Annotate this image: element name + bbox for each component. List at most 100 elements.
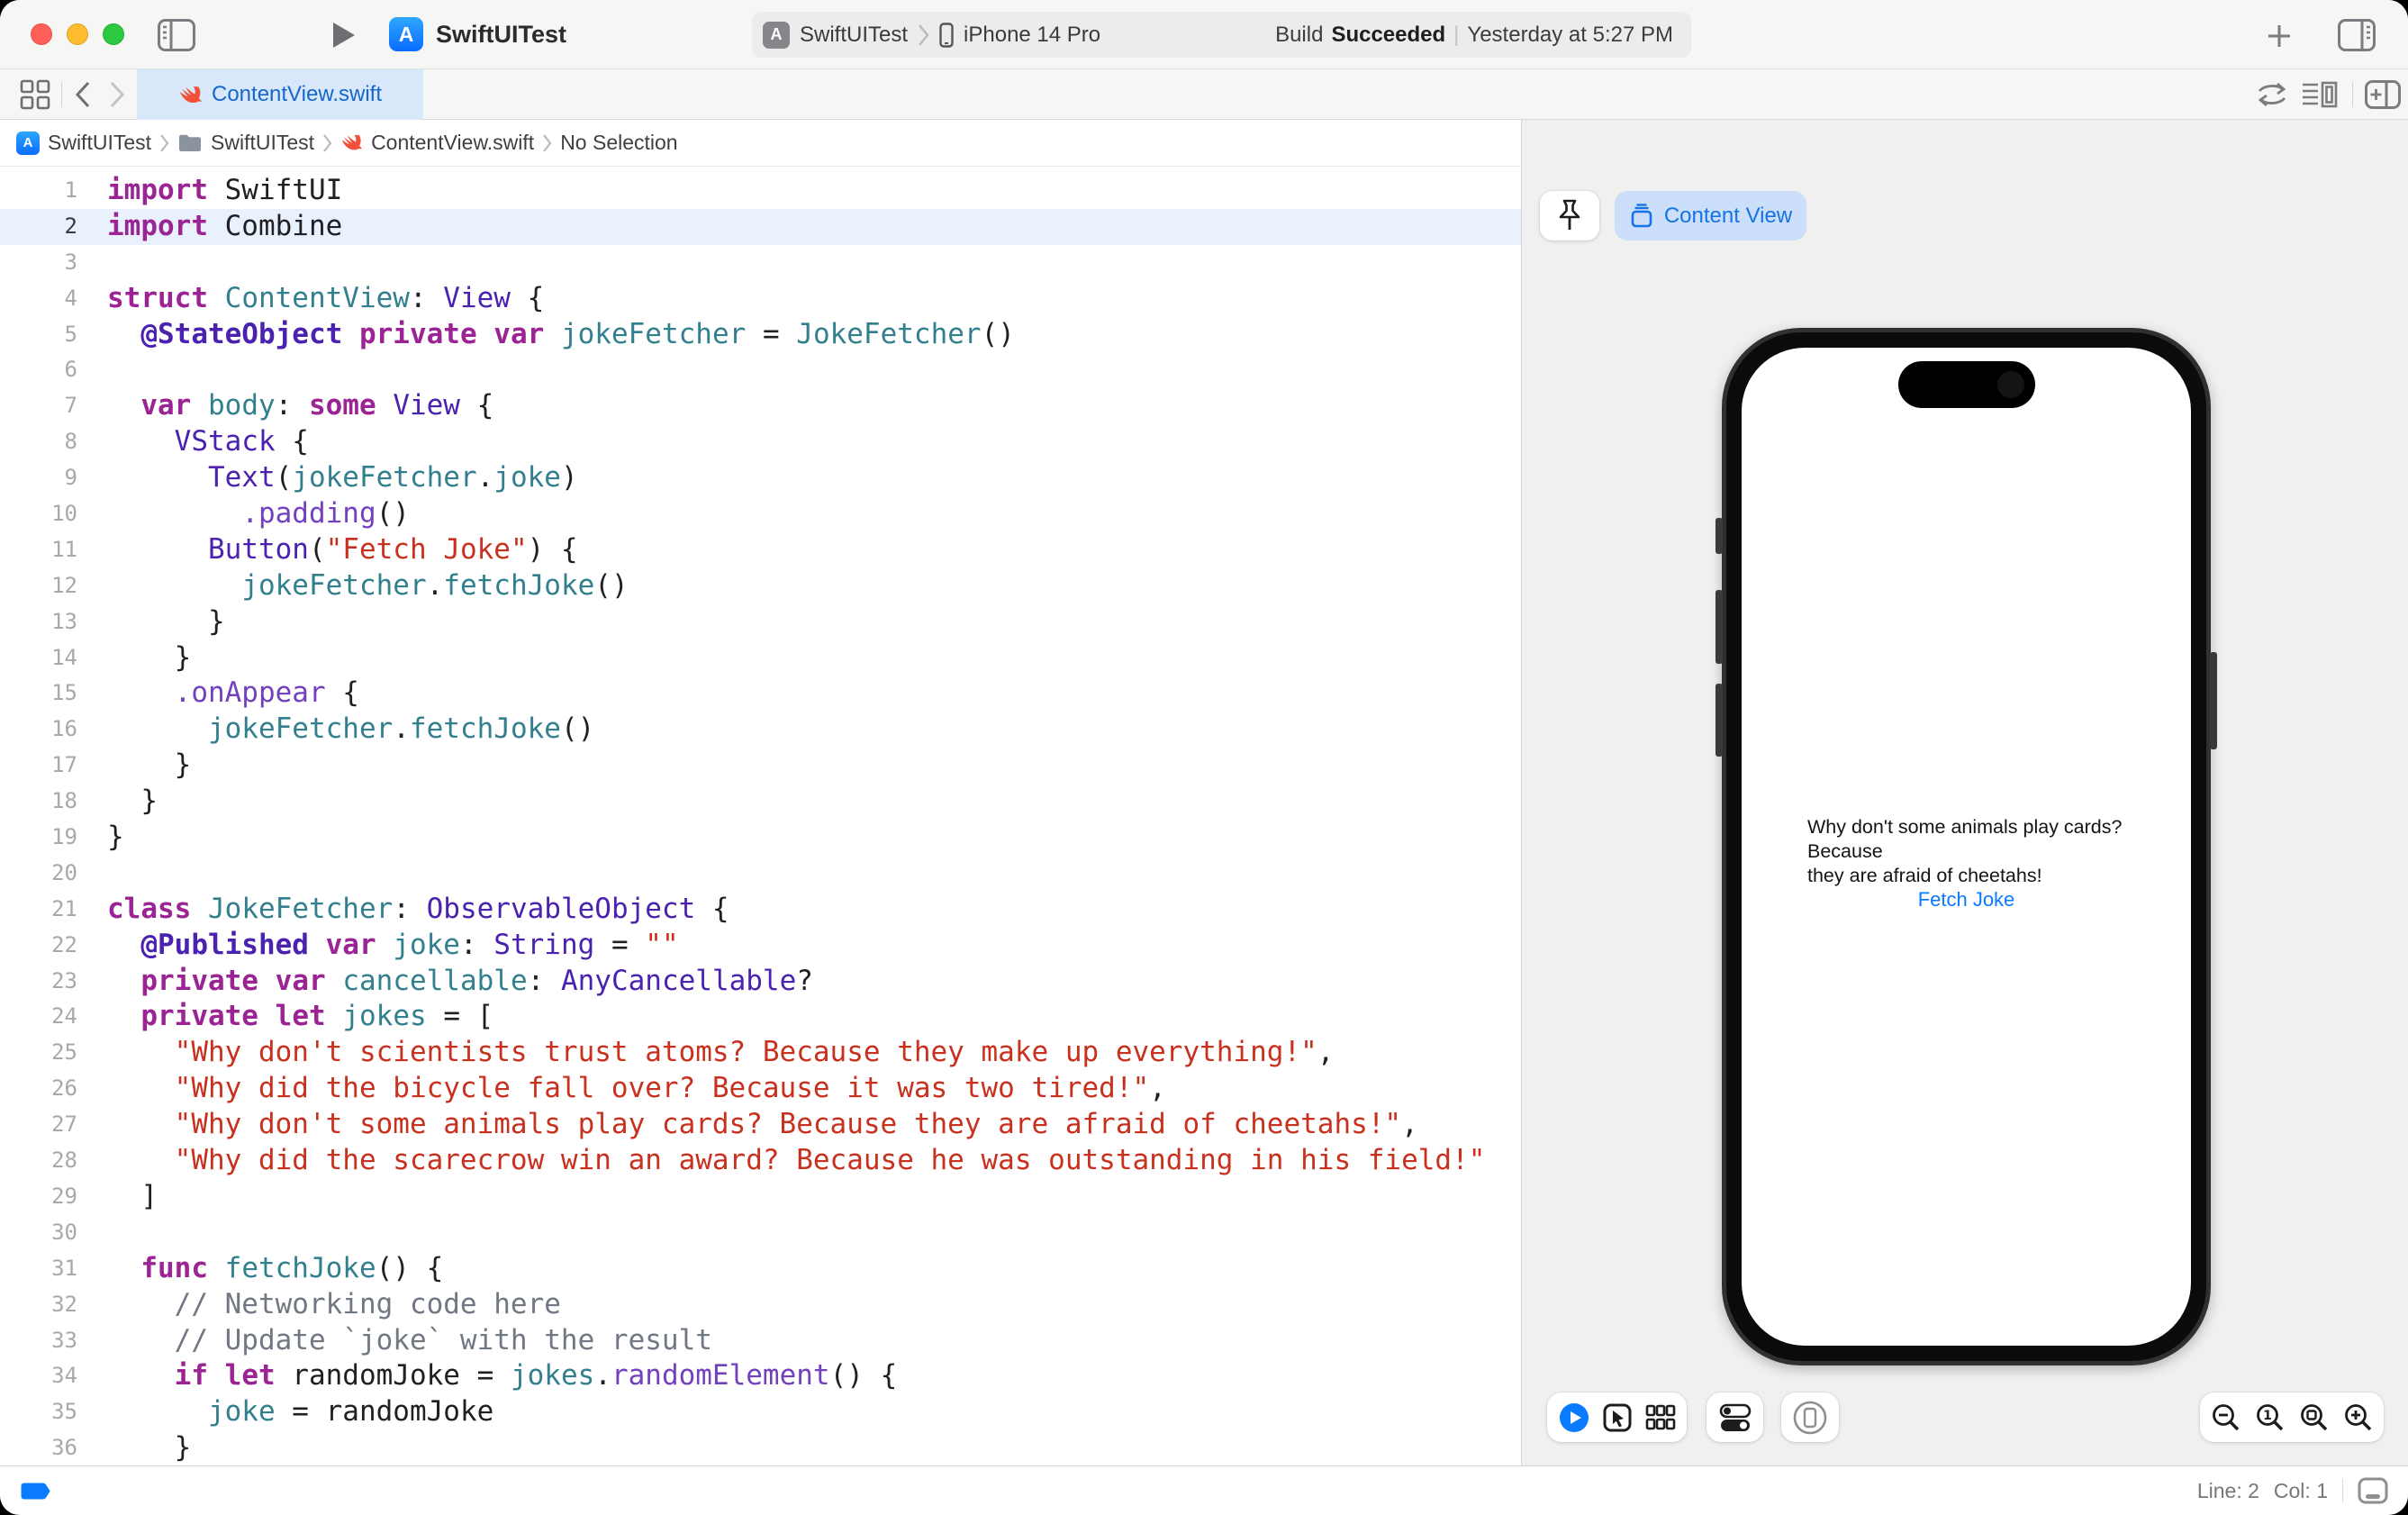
line-content[interactable]: jokeFetcher.fetchJoke() bbox=[107, 712, 594, 748]
code-line[interactable]: 23 private var cancellable: AnyCancellab… bbox=[0, 964, 1521, 1000]
pin-preview-button[interactable] bbox=[1540, 191, 1599, 240]
code-line[interactable]: 32 // Networking code here bbox=[0, 1287, 1521, 1323]
preview-tab-content-view[interactable]: Content View bbox=[1615, 191, 1806, 240]
line-content[interactable]: func fetchJoke() { bbox=[107, 1251, 443, 1287]
line-content[interactable]: import Combine bbox=[107, 209, 342, 245]
line-content[interactable]: @StateObject private var jokeFetcher = J… bbox=[107, 317, 1015, 353]
code-line[interactable]: 2 import Combine bbox=[0, 208, 1521, 245]
line-content[interactable]: } bbox=[107, 640, 192, 676]
code-line[interactable]: 24 private let jokes = [ bbox=[0, 999, 1521, 1035]
line-content[interactable]: Text(jokeFetcher.joke) bbox=[107, 460, 578, 496]
jumpbar-item-file[interactable]: ContentView.swift bbox=[371, 131, 534, 155]
code-line[interactable]: 14 } bbox=[0, 640, 1521, 676]
library-plus-icon[interactable] bbox=[2267, 23, 2292, 49]
line-number[interactable]: 27 bbox=[0, 1107, 77, 1143]
line-content[interactable]: } bbox=[107, 784, 158, 820]
code-review-icon[interactable] bbox=[2256, 69, 2288, 120]
line-number[interactable]: 17 bbox=[0, 748, 77, 784]
line-number[interactable]: 29 bbox=[0, 1179, 77, 1215]
code-line[interactable]: 5 @StateObject private var jokeFetcher =… bbox=[0, 317, 1521, 353]
code-line[interactable]: 19} bbox=[0, 820, 1521, 856]
line-content[interactable]: "Why did the bicycle fall over? Because … bbox=[107, 1071, 1166, 1107]
line-content[interactable]: jokeFetcher.fetchJoke() bbox=[107, 568, 628, 604]
line-number[interactable]: 6 bbox=[0, 352, 77, 388]
fetch-joke-button[interactable]: Fetch Joke bbox=[1742, 888, 2191, 912]
line-number[interactable]: 35 bbox=[0, 1394, 77, 1430]
line-number[interactable]: 10 bbox=[0, 496, 77, 532]
code-line[interactable]: 30 bbox=[0, 1215, 1521, 1251]
line-content[interactable]: ] bbox=[107, 1179, 158, 1215]
zoom-100-icon[interactable]: 1 bbox=[2256, 1403, 2285, 1432]
zoom-in-icon[interactable] bbox=[2344, 1403, 2373, 1432]
code-line[interactable]: 4 struct ContentView: View { bbox=[0, 281, 1521, 317]
code-line[interactable]: 18 } bbox=[0, 784, 1521, 820]
code-line[interactable]: 31 func fetchJoke() { bbox=[0, 1251, 1521, 1287]
line-number[interactable]: 20 bbox=[0, 856, 77, 892]
line-content[interactable]: "Why don't scientists trust atoms? Becau… bbox=[107, 1035, 1335, 1071]
go-forward-icon[interactable] bbox=[108, 69, 126, 120]
line-content[interactable]: "Why did the scarecrow win an award? Bec… bbox=[107, 1143, 1486, 1179]
code-line[interactable]: 33 // Update `joke` with the result bbox=[0, 1323, 1521, 1359]
go-back-icon[interactable] bbox=[74, 69, 92, 120]
line-number[interactable]: 25 bbox=[0, 1035, 77, 1071]
line-content[interactable]: "Why don't some animals play cards? Beca… bbox=[107, 1107, 1418, 1143]
line-number[interactable]: 5 bbox=[0, 317, 77, 353]
line-number[interactable]: 15 bbox=[0, 676, 77, 712]
line-content[interactable]: private let jokes = [ bbox=[107, 999, 493, 1035]
line-content[interactable]: VStack { bbox=[107, 424, 309, 460]
line-content[interactable]: } bbox=[107, 820, 124, 856]
line-number[interactable]: 2 bbox=[0, 209, 77, 245]
code-line[interactable]: 8 VStack { bbox=[0, 424, 1521, 460]
line-content[interactable]: var body: some View { bbox=[107, 388, 493, 424]
related-items-icon[interactable] bbox=[20, 69, 50, 120]
code-line[interactable]: 9 Text(jokeFetcher.joke) bbox=[0, 460, 1521, 496]
line-number[interactable]: 31 bbox=[0, 1251, 77, 1287]
line-content[interactable]: class JokeFetcher: ObservableObject { bbox=[107, 892, 729, 928]
line-content[interactable]: if let randomJoke = jokes.randomElement(… bbox=[107, 1358, 898, 1394]
line-content[interactable]: .onAppear { bbox=[107, 676, 359, 712]
line-content[interactable]: import SwiftUI bbox=[107, 173, 342, 209]
device-settings-button[interactable] bbox=[1706, 1393, 1763, 1442]
line-content[interactable]: joke = randomJoke bbox=[107, 1394, 493, 1430]
code-line[interactable]: 20 bbox=[0, 856, 1521, 892]
code-line[interactable]: 29 ] bbox=[0, 1179, 1521, 1215]
line-number[interactable]: 36 bbox=[0, 1430, 77, 1465]
project-icon[interactable]: A bbox=[16, 131, 40, 155]
line-number[interactable]: 9 bbox=[0, 460, 77, 496]
line-number[interactable]: 23 bbox=[0, 964, 77, 1000]
jumpbar-item-project[interactable]: SwiftUITest bbox=[48, 131, 151, 155]
line-number[interactable]: 32 bbox=[0, 1287, 77, 1323]
variants-mode-icon[interactable] bbox=[1645, 1404, 1676, 1431]
code-line[interactable]: 26 "Why did the bicycle fall over? Becau… bbox=[0, 1071, 1521, 1107]
run-button[interactable] bbox=[331, 21, 357, 50]
add-editor-icon[interactable] bbox=[2365, 69, 2401, 120]
line-number[interactable]: 4 bbox=[0, 281, 77, 317]
code-line[interactable]: 28 "Why did the scarecrow win an award? … bbox=[0, 1143, 1521, 1179]
code-line[interactable]: 21 class JokeFetcher: ObservableObject { bbox=[0, 892, 1521, 928]
toggle-inspector-sidebar-icon[interactable] bbox=[2338, 19, 2376, 51]
code-line[interactable]: 36 } bbox=[0, 1430, 1521, 1465]
editor-only-icon[interactable] bbox=[2358, 1477, 2388, 1504]
line-number[interactable]: 18 bbox=[0, 784, 77, 820]
line-number[interactable]: 7 bbox=[0, 388, 77, 424]
code-line[interactable]: 1 import SwiftUI bbox=[0, 173, 1521, 209]
code-line[interactable]: 15 .onAppear { bbox=[0, 676, 1521, 712]
line-number[interactable]: 33 bbox=[0, 1323, 77, 1359]
close-window-button[interactable] bbox=[31, 23, 52, 45]
line-number[interactable]: 22 bbox=[0, 928, 77, 964]
line-content[interactable]: Button("Fetch Joke") { bbox=[107, 532, 578, 568]
line-number[interactable]: 16 bbox=[0, 712, 77, 748]
code-line[interactable]: 27 "Why don't some animals play cards? B… bbox=[0, 1107, 1521, 1143]
code-line[interactable]: 12 jokeFetcher.fetchJoke() bbox=[0, 568, 1521, 604]
minimize-window-button[interactable] bbox=[67, 23, 88, 45]
jumpbar-item-group[interactable]: SwiftUITest bbox=[211, 131, 314, 155]
code-line[interactable]: 7 var body: some View { bbox=[0, 388, 1521, 424]
code-line[interactable]: 34 if let randomJoke = jokes.randomEleme… bbox=[0, 1358, 1521, 1394]
jumpbar-item-selection[interactable]: No Selection bbox=[560, 131, 677, 155]
zoom-window-button[interactable] bbox=[103, 23, 124, 45]
line-number[interactable]: 12 bbox=[0, 568, 77, 604]
scheme-selector[interactable]: A SwiftUITest iPhone 14 Pro Build Succee… bbox=[752, 12, 1691, 58]
line-number[interactable]: 13 bbox=[0, 604, 77, 640]
line-content[interactable]: // Update `joke` with the result bbox=[107, 1323, 712, 1359]
line-number[interactable]: 1 bbox=[0, 173, 77, 209]
